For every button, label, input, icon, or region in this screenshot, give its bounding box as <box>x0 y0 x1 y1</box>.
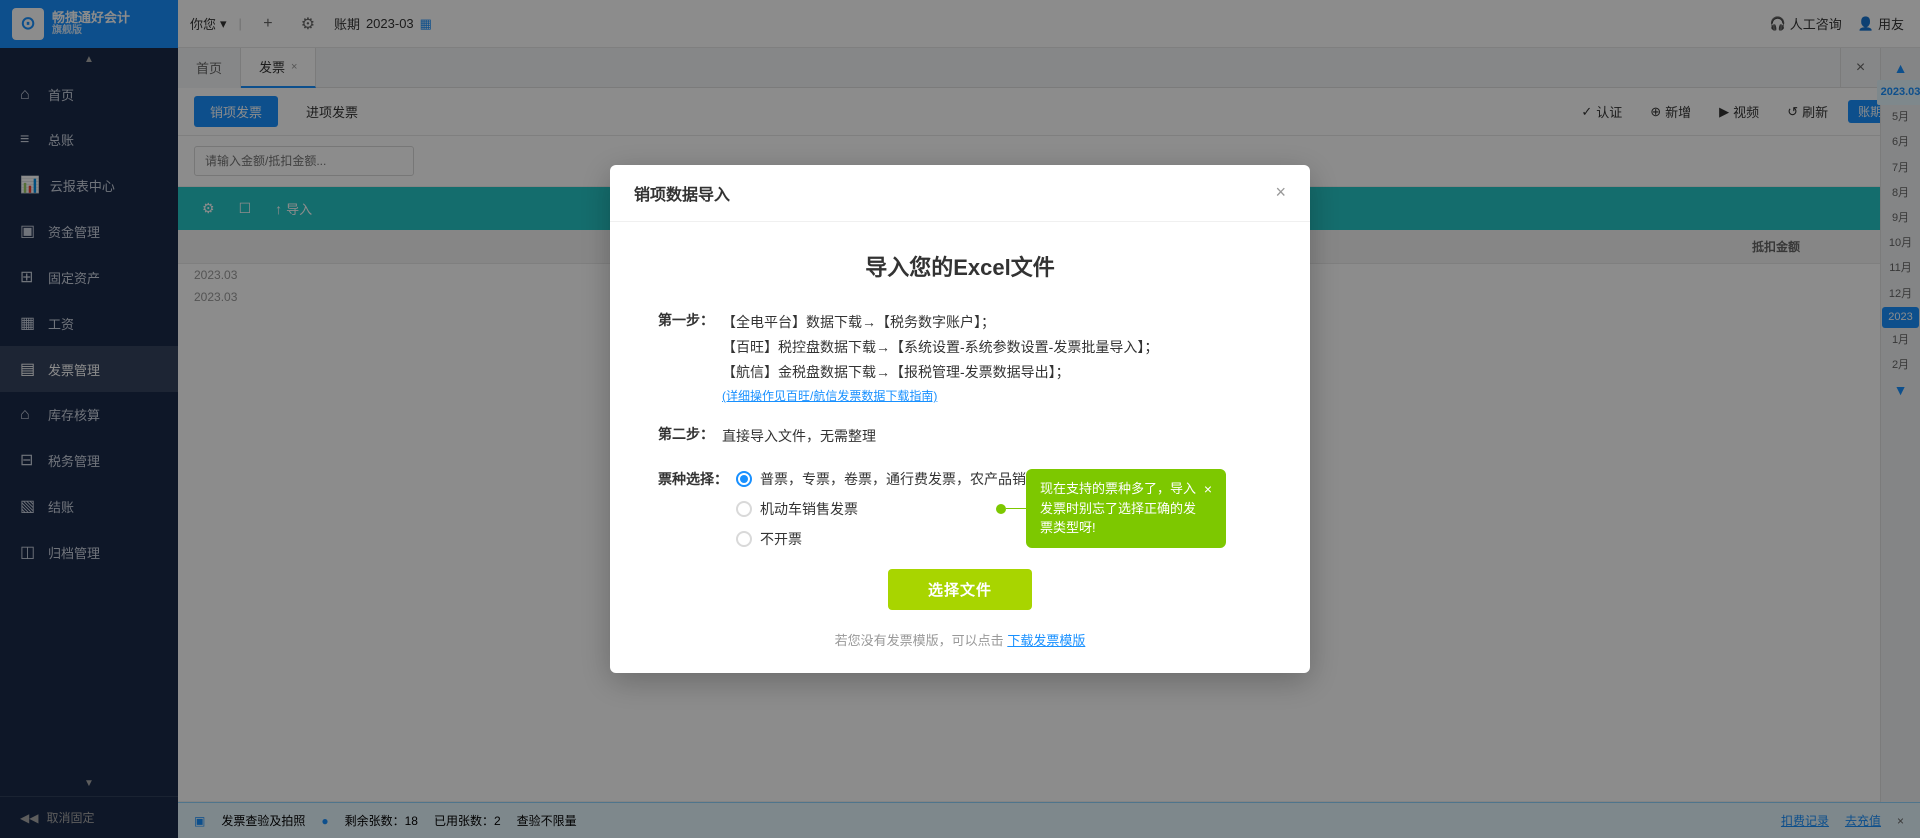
modal-overlay: 销项数据导入 × 导入您的Excel文件 第一步： 【全电平台】数据下载→【税务… <box>0 0 1920 838</box>
step2-label: 第二步： <box>658 424 714 444</box>
radio-car[interactable]: 机动车销售发票 × 现在支持的票种多了，导入发票时别忘了选择正确的发票类型呀! <box>736 499 1068 519</box>
radio-none-label: 不开票 <box>760 529 802 549</box>
tooltip-close-btn[interactable]: × <box>1204 479 1212 500</box>
select-file-area: 选择文件 <box>658 569 1262 610</box>
step1-label: 第一步： <box>658 310 714 330</box>
step1-line1: 【全电平台】数据下载→【税务数字账户】； <box>722 310 1158 335</box>
ticket-label: 票种选择： <box>658 469 728 489</box>
modal-header: 销项数据导入 × <box>610 165 1310 222</box>
step1-content: 【全电平台】数据下载→【税务数字账户】； 【百旺】税控盘数据下载→【系统设置-系… <box>722 310 1158 386</box>
radio-circle-normal <box>736 471 752 487</box>
radio-circle-none <box>736 531 752 547</box>
radio-car-label: 机动车销售发票 <box>760 499 858 519</box>
tooltip-container: × 现在支持的票种多了，导入发票时别忘了选择正确的发票类型呀! <box>996 469 1226 548</box>
tooltip-line <box>1006 508 1026 509</box>
footer-note-text: 若您没有发票模版，可以点击 <box>835 633 1004 648</box>
select-file-button[interactable]: 选择文件 <box>888 569 1032 610</box>
step1-line3: 【航信】金税盘数据下载→【报税管理-发票数据导出】； <box>722 360 1158 385</box>
step1-block: 第一步： 【全电平台】数据下载→【税务数字账户】； 【百旺】税控盘数据下载→【系… <box>658 310 1262 405</box>
ticket-select-section: 票种选择： 普票，专票，卷票，通行费发票，农产品销售发票 机动车销售发票 <box>658 469 1262 549</box>
modal-big-title: 导入您的Excel文件 <box>658 250 1262 282</box>
step1-link[interactable]: (详细操作见百旺/航信发票数据下载指南) <box>658 387 1262 404</box>
step1-line2: 【百旺】税控盘数据下载→【系统设置-系统参数设置-发票批量导入】； <box>722 335 1158 360</box>
modal-close-button[interactable]: × <box>1275 182 1286 203</box>
step2-block: 第二步： 直接导入文件，无需整理 <box>658 424 1262 449</box>
modal-title: 销项数据导入 <box>634 181 730 205</box>
tooltip-bubble: × 现在支持的票种多了，导入发票时别忘了选择正确的发票类型呀! <box>1026 469 1226 548</box>
download-template-link[interactable]: 下载发票模版 <box>1007 633 1085 648</box>
radio-group: 普票，专票，卷票，通行费发票，农产品销售发票 机动车销售发票 × 现在支持的票 <box>736 469 1068 549</box>
step2-row: 第二步： 直接导入文件，无需整理 <box>658 424 1262 449</box>
radio-circle-car <box>736 501 752 517</box>
import-modal: 销项数据导入 × 导入您的Excel文件 第一步： 【全电平台】数据下载→【税务… <box>610 165 1310 674</box>
modal-body: 导入您的Excel文件 第一步： 【全电平台】数据下载→【税务数字账户】； 【百… <box>610 222 1310 674</box>
step2-content: 直接导入文件，无需整理 <box>722 424 876 449</box>
step1-link-text: (详细操作见百旺/航信发票数据下载指南) <box>722 389 937 403</box>
modal-footer-note: 若您没有发票模版，可以点击 下载发票模版 <box>658 630 1262 649</box>
step1-row: 第一步： 【全电平台】数据下载→【税务数字账户】； 【百旺】税控盘数据下载→【系… <box>658 310 1262 386</box>
tooltip-dot <box>996 504 1006 514</box>
radio-dot-normal <box>740 475 748 483</box>
tooltip-text: 现在支持的票种多了，导入发票时别忘了选择正确的发票类型呀! <box>1040 481 1196 535</box>
